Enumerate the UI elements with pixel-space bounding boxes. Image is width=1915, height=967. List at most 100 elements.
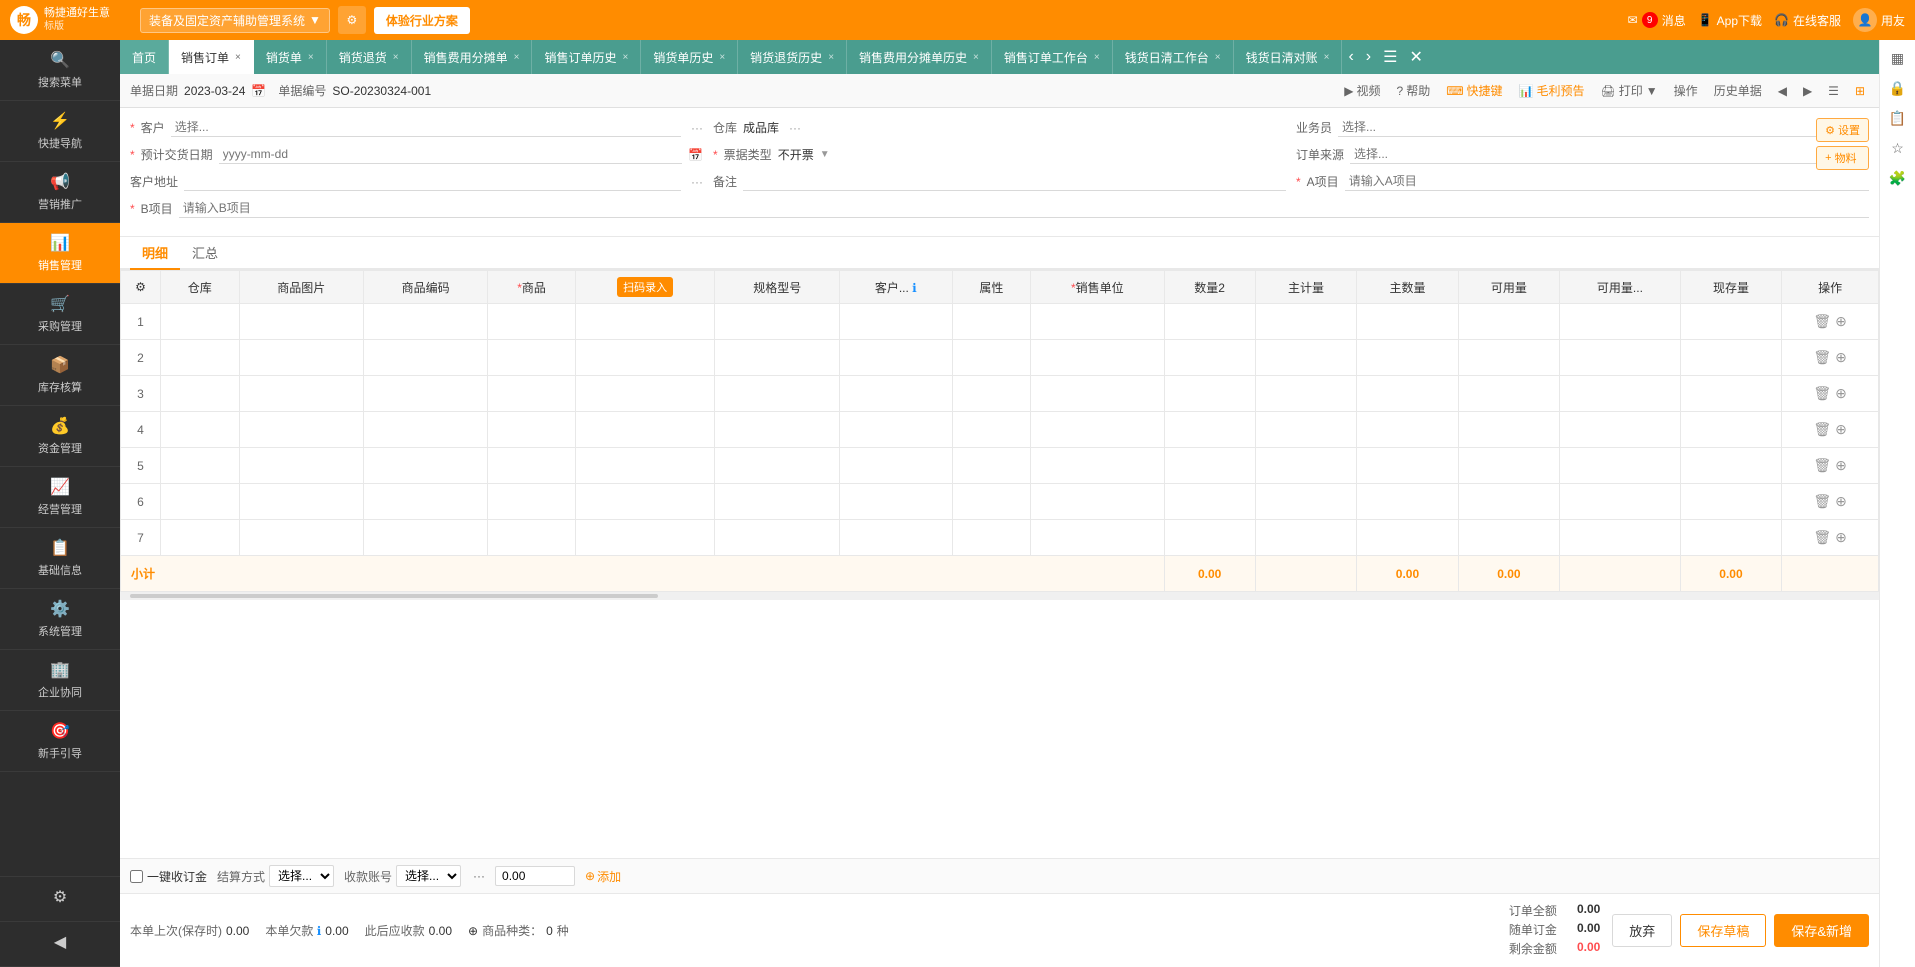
customer-input[interactable] bbox=[171, 118, 681, 137]
sidebar-item-guide[interactable]: 🎯 新手引导 bbox=[0, 711, 120, 772]
settings-button[interactable]: ⚙ bbox=[338, 6, 366, 34]
sidebar-item-inventory[interactable]: 📦 库存核算 bbox=[0, 345, 120, 406]
cell-available2[interactable] bbox=[1560, 304, 1681, 340]
delete-icon[interactable]: 🗑 bbox=[1813, 385, 1831, 402]
tab-prev-btn[interactable]: ‹ bbox=[1342, 40, 1359, 74]
scan-input-btn[interactable]: 扫码录入 bbox=[617, 277, 673, 297]
form-view-btn[interactable]: ⊞ bbox=[1851, 82, 1869, 100]
warehouse-value[interactable]: 成品库 bbox=[743, 119, 779, 136]
tab-close-icon[interactable]: × bbox=[235, 52, 241, 63]
discard-btn[interactable]: 放弃 bbox=[1612, 914, 1672, 947]
sidebar-item-purchase[interactable]: 🛒 采购管理 bbox=[0, 284, 120, 345]
app-download-btn[interactable]: 📱 App下载 bbox=[1698, 12, 1762, 29]
copy-icon[interactable]: ⊕ bbox=[1835, 313, 1847, 330]
tab-close-icon[interactable]: × bbox=[719, 52, 725, 63]
tab-home[interactable]: 首页 bbox=[120, 40, 169, 74]
save-draft-btn[interactable]: 保存草稿 bbox=[1680, 914, 1766, 947]
info-icon[interactable]: ℹ bbox=[912, 281, 917, 295]
tab-expense-history[interactable]: 销售费用分摊单历史 × bbox=[847, 40, 992, 74]
b-project-input[interactable] bbox=[179, 199, 1869, 218]
warehouse-dots[interactable]: ··· bbox=[789, 121, 801, 135]
amount-input[interactable] bbox=[495, 866, 575, 886]
goods-count-icon[interactable]: ⊕ bbox=[468, 924, 478, 938]
operation-btn[interactable]: 操作 bbox=[1670, 80, 1702, 101]
address-input[interactable] bbox=[184, 172, 681, 191]
cell-spec[interactable] bbox=[715, 304, 839, 340]
scrollbar-thumb[interactable] bbox=[130, 594, 658, 598]
delete-icon[interactable]: 🗑 bbox=[1813, 349, 1831, 366]
system-selector[interactable]: 装备及固定资产辅助管理系统 ▼ bbox=[140, 8, 330, 33]
add-material-btn[interactable]: + 物料 bbox=[1816, 146, 1869, 170]
info-icon[interactable]: ℹ bbox=[317, 924, 322, 938]
date-value[interactable]: 2023-03-24 bbox=[184, 84, 245, 98]
cell-qty2[interactable] bbox=[1164, 304, 1255, 340]
calendar-icon[interactable]: 📅 bbox=[688, 148, 703, 162]
user-menu[interactable]: 👤 用友 bbox=[1853, 8, 1905, 32]
sidebar-item-marketing[interactable]: 📢 营销推广 bbox=[0, 162, 120, 223]
cell-main-unit[interactable] bbox=[1255, 304, 1356, 340]
tab-close-icon[interactable]: × bbox=[1324, 52, 1330, 63]
receipt-account-select[interactable]: 选择... bbox=[396, 865, 461, 887]
tab-cashflow-daily[interactable]: 钱货日清工作台 × bbox=[1113, 40, 1234, 74]
print-btn[interactable]: 🖨 打印 ▼ bbox=[1597, 80, 1662, 101]
right-star-btn[interactable]: ☆ bbox=[1884, 134, 1912, 162]
copy-icon[interactable]: ⊕ bbox=[1835, 457, 1847, 474]
delivery-date-input[interactable] bbox=[219, 145, 682, 164]
customer-dots[interactable]: ··· bbox=[691, 121, 703, 135]
tab-close-icon[interactable]: × bbox=[1215, 52, 1221, 63]
right-clipboard-btn[interactable]: 📋 bbox=[1884, 104, 1912, 132]
tab-workbench[interactable]: 销售订单工作台 × bbox=[992, 40, 1113, 74]
help-btn[interactable]: ? 帮助 bbox=[1393, 80, 1435, 101]
industry-btn[interactable]: 体验行业方案 bbox=[374, 7, 470, 34]
sidebar-item-system[interactable]: ⚙️ 系统管理 bbox=[0, 589, 120, 650]
tab-expense-split[interactable]: 销售费用分摊单 × bbox=[412, 40, 533, 74]
profit-btn[interactable]: 📊 毛利预告 bbox=[1515, 80, 1589, 101]
sidebar-settings-btn[interactable]: ⚙ bbox=[0, 877, 120, 922]
one-click-checkbox[interactable]: 一键收订金 bbox=[130, 868, 207, 885]
cell-customer-code[interactable] bbox=[839, 304, 952, 340]
tab-close-all-btn[interactable]: ✕ bbox=[1403, 40, 1428, 74]
delete-icon[interactable]: 🗑 bbox=[1813, 313, 1831, 330]
tab-sales-refund[interactable]: 销货退货 × bbox=[327, 40, 412, 74]
right-grid-btn[interactable]: ▦ bbox=[1884, 44, 1912, 72]
cell-attribute[interactable] bbox=[952, 304, 1031, 340]
nav-next-btn[interactable]: ▶ bbox=[1799, 82, 1816, 100]
cell-main-qty[interactable] bbox=[1357, 304, 1458, 340]
tab-sales-return[interactable]: 销货单 × bbox=[254, 40, 327, 74]
a-project-input[interactable] bbox=[1345, 172, 1869, 191]
tab-close-icon[interactable]: × bbox=[393, 52, 399, 63]
save-new-btn[interactable]: 保存&新增 bbox=[1774, 914, 1869, 947]
tab-order-history[interactable]: 销售订单历史 × bbox=[532, 40, 641, 74]
sidebar-item-quick[interactable]: ⚡ 快捷导航 bbox=[0, 101, 120, 162]
delete-icon[interactable]: 🗑 bbox=[1813, 421, 1831, 438]
history-btn[interactable]: 历史单据 bbox=[1710, 80, 1766, 101]
sidebar-item-finance[interactable]: 💰 资金管理 bbox=[0, 406, 120, 467]
tab-cashflow-reconcile[interactable]: 钱货日清对账 × bbox=[1234, 40, 1343, 74]
cell-stock[interactable] bbox=[1680, 304, 1781, 340]
tab-summary[interactable]: 汇总 bbox=[180, 237, 230, 270]
copy-icon[interactable]: ⊕ bbox=[1835, 529, 1847, 546]
view-btn[interactable]: ▶ 视频 bbox=[1340, 80, 1384, 101]
tab-close-icon[interactable]: × bbox=[1094, 52, 1100, 63]
calendar-icon[interactable]: 📅 bbox=[251, 84, 266, 98]
chevron-down-icon[interactable]: ▼ bbox=[820, 149, 830, 160]
tab-return-history[interactable]: 销货单历史 × bbox=[641, 40, 738, 74]
sidebar-item-search[interactable]: 🔍 搜索菜单 bbox=[0, 40, 120, 101]
tab-next-btn[interactable]: › bbox=[1360, 40, 1377, 74]
salesperson-input[interactable] bbox=[1338, 118, 1847, 137]
copy-icon[interactable]: ⊕ bbox=[1835, 421, 1847, 438]
nav-prev-btn[interactable]: ◀ bbox=[1774, 82, 1791, 100]
tab-close-icon[interactable]: × bbox=[514, 52, 520, 63]
copy-icon[interactable]: ⊕ bbox=[1835, 385, 1847, 402]
list-view-btn[interactable]: ☰ bbox=[1824, 82, 1843, 100]
sidebar-item-basic[interactable]: 📋 基础信息 bbox=[0, 528, 120, 589]
cell-product[interactable] bbox=[488, 304, 575, 340]
order-source-input[interactable] bbox=[1350, 145, 1853, 164]
tab-detail[interactable]: 明细 bbox=[130, 237, 180, 270]
invoice-type-value[interactable]: 不开票 bbox=[778, 146, 814, 163]
cell-image[interactable] bbox=[239, 304, 363, 340]
cell-available[interactable] bbox=[1458, 304, 1559, 340]
tab-close-icon[interactable]: × bbox=[973, 52, 979, 63]
tab-menu-btn[interactable]: ☰ bbox=[1377, 40, 1403, 74]
col-gear[interactable]: ⚙ bbox=[121, 271, 161, 304]
